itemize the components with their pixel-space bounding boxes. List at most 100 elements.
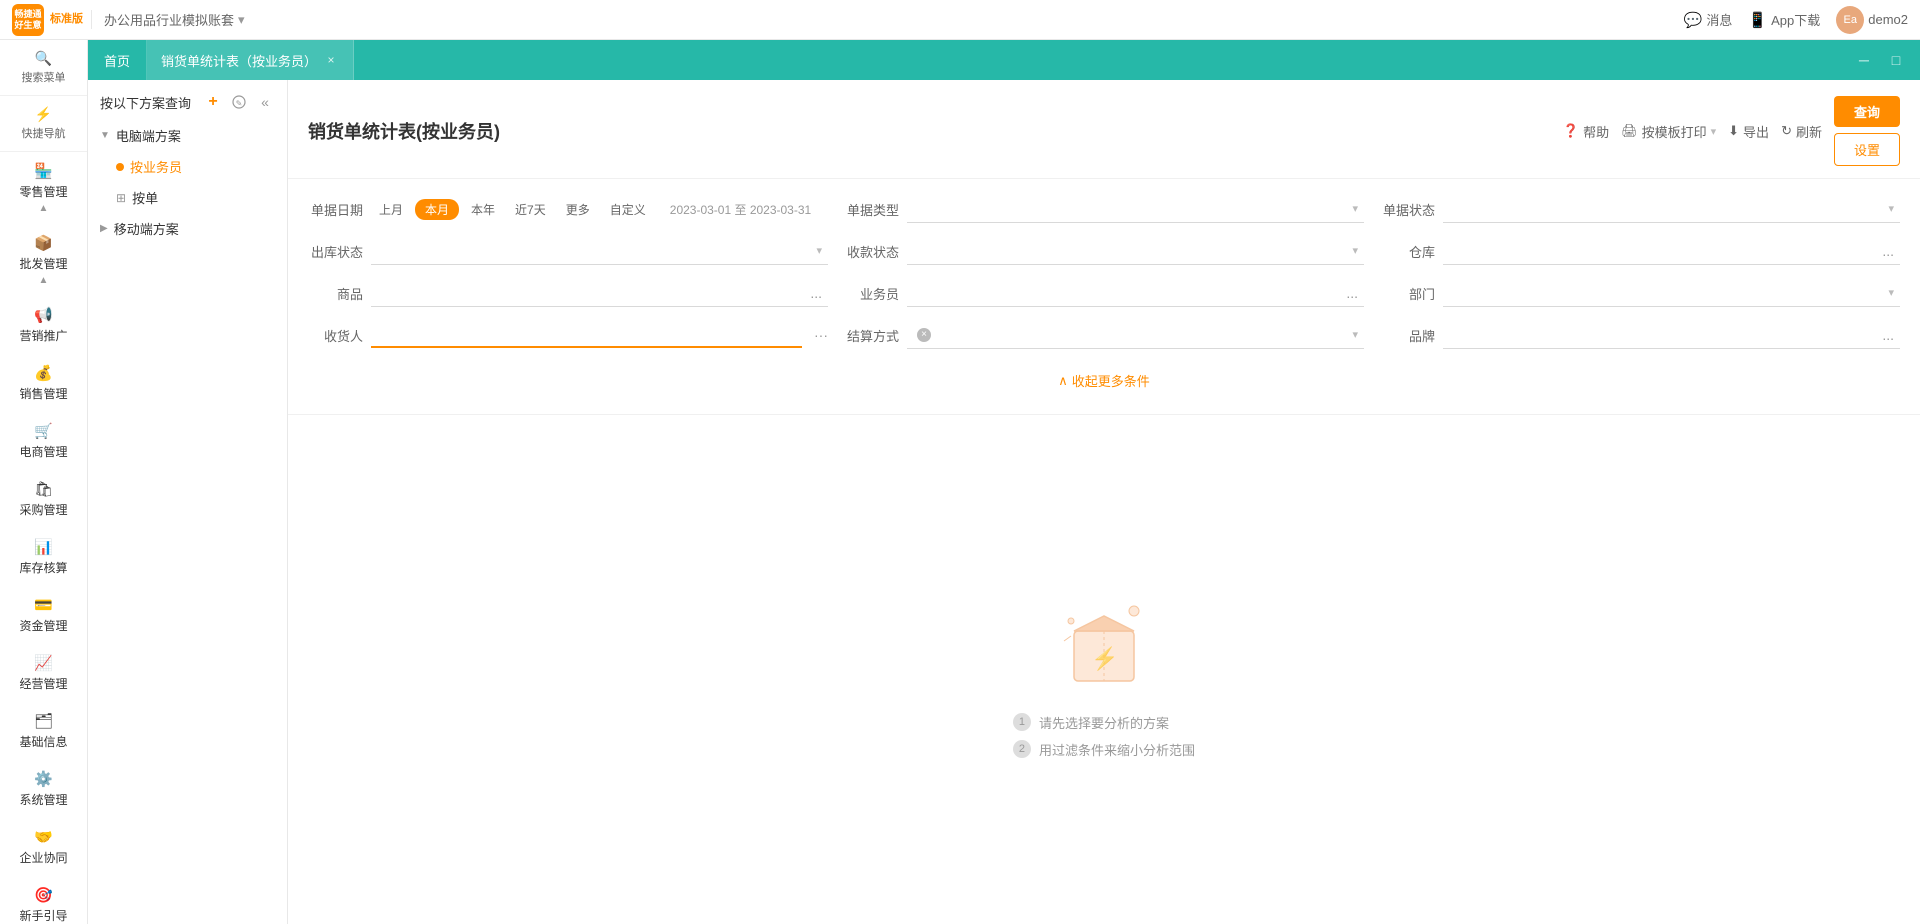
tab-home[interactable]: 首页 xyxy=(88,40,147,80)
sidebar-item-wholesale[interactable]: 📦 批发管理 ▲ xyxy=(0,224,87,296)
inventory-icon: 📊 xyxy=(34,538,53,556)
tab-maximize-btn[interactable]: □ xyxy=(1884,48,1908,72)
finance-label: 资金管理 xyxy=(19,617,67,634)
receive-status-select[interactable]: ▾ xyxy=(907,237,1364,265)
empty-hints: 1 请先选择要分析的方案 2 用过滤条件来缩小分析范围 xyxy=(1013,713,1195,759)
collapse-label: 收起更多条件 xyxy=(1072,371,1150,390)
settlement-select[interactable]: × ▾ xyxy=(907,321,1364,349)
date-tab-this-year[interactable]: 本年 xyxy=(463,199,503,220)
settings-button[interactable]: 设置 xyxy=(1834,133,1900,166)
sidebar-search-btn[interactable]: 🔍 搜索菜单 xyxy=(0,40,87,96)
edit-icon: ✎ xyxy=(232,95,246,109)
app-download-btn[interactable]: 📱 App下载 xyxy=(1748,10,1820,29)
scheme-add-btn[interactable]: + xyxy=(203,92,223,112)
sidebar-item-operations[interactable]: 📈 经营管理 xyxy=(0,644,87,702)
collapse-btn[interactable]: ∧ 收起更多条件 xyxy=(308,363,1900,398)
sidebar-item-system[interactable]: ⚙️ 系统管理 xyxy=(0,760,87,818)
quick-nav-btn[interactable]: ⚡ 快捷导航 xyxy=(0,96,87,152)
logo-text: 标准版 xyxy=(50,13,83,26)
refresh-btn[interactable]: ↻ 刷新 xyxy=(1781,122,1822,141)
scheme-item-by-doc[interactable]: ⊞ 按单 xyxy=(88,182,287,213)
page-header: 销货单统计表(按业务员) ❓ 帮助 🖨 按模板打印 ▾ ⬇ xyxy=(288,80,1920,179)
tab-minimize-btn[interactable]: ─ xyxy=(1852,48,1876,72)
refresh-label: 刷新 xyxy=(1796,122,1822,141)
marketing-label: 营销推广 xyxy=(19,327,67,344)
hint-num-2: 2 xyxy=(1013,740,1031,758)
sidebar-item-ecommerce[interactable]: 🛒 电商管理 xyxy=(0,412,87,470)
goods-label: 商品 xyxy=(308,284,363,303)
scheme-item-salesperson[interactable]: 按业务员 xyxy=(88,151,287,182)
sidebar-item-sales[interactable]: 💰 销售管理 xyxy=(0,354,87,412)
receiver-input[interactable] xyxy=(371,323,802,348)
out-status-select[interactable]: ▾ xyxy=(371,237,828,265)
operations-icon: 📈 xyxy=(34,654,53,672)
date-tab-this-month[interactable]: 本月 xyxy=(415,199,459,220)
tab-active[interactable]: 销货单统计表（按业务员） × xyxy=(147,40,354,80)
empty-hint-1: 1 请先选择要分析的方案 xyxy=(1013,713,1195,732)
scheme-group-mobile-header[interactable]: ▶ 移动端方案 xyxy=(88,213,287,244)
sidebar-item-inventory[interactable]: 📊 库存核算 xyxy=(0,528,87,586)
brand-select[interactable]: ... xyxy=(1443,321,1900,349)
date-range-value: 2023-03-01 至 2023-03-31 xyxy=(670,201,811,218)
warehouse-more-dots[interactable]: ... xyxy=(1882,243,1894,259)
app-title: 办公用品行业模拟账套 ▾ xyxy=(91,10,245,29)
basic-icon: 🗂 xyxy=(34,712,53,730)
goods-more-dots[interactable]: ... xyxy=(810,285,822,301)
department-label: 部门 xyxy=(1380,284,1435,303)
tab-actions: ─ □ xyxy=(1840,48,1920,72)
topbar-right: 💬 消息 📱 App下载 Ea demo2 xyxy=(1684,6,1908,34)
filter-warehouse: 仓库 ... xyxy=(1380,237,1900,265)
export-btn[interactable]: ⬇ 导出 xyxy=(1728,122,1769,141)
date-tab-7days[interactable]: 近7天 xyxy=(507,199,554,220)
print-btn[interactable]: 🖨 按模板打印 ▾ xyxy=(1621,122,1716,141)
sidebar-item-marketing[interactable]: 📢 营销推广 xyxy=(0,296,87,354)
sales-icon: 💰 xyxy=(34,364,53,382)
receiver-more-dots[interactable]: ··· xyxy=(814,327,828,343)
goods-select[interactable]: ... xyxy=(371,279,828,307)
query-button[interactable]: 查询 xyxy=(1834,96,1900,127)
settlement-label: 结算方式 xyxy=(844,326,899,345)
date-tab-more[interactable]: 更多 xyxy=(558,199,598,220)
filter-brand: 品牌 ... xyxy=(1380,321,1900,349)
sidebar-item-basic[interactable]: 🗂 基础信息 xyxy=(0,702,87,760)
salesperson-more-dots[interactable]: ... xyxy=(1346,285,1358,301)
tab-active-label: 销货单统计表（按业务员） xyxy=(161,51,317,70)
scheme-collapse-btn[interactable]: « xyxy=(255,92,275,112)
right-content: 销货单统计表(按业务员) ❓ 帮助 🖨 按模板打印 ▾ ⬇ xyxy=(288,80,1920,924)
brand-more-dots[interactable]: ... xyxy=(1882,327,1894,343)
scheme-edit-btn[interactable]: ✎ xyxy=(229,92,249,112)
doc-type-select[interactable]: ▾ xyxy=(907,195,1364,223)
wholesale-icon: 📦 xyxy=(34,234,53,252)
scheme-group-pc-header[interactable]: ▼ 电脑端方案 xyxy=(88,120,287,151)
download-icon: 📱 xyxy=(1748,11,1767,29)
help-btn[interactable]: ❓ 帮助 xyxy=(1563,122,1609,141)
doc-type-label: 单据类型 xyxy=(844,200,899,219)
print-dropdown-icon[interactable]: ▾ xyxy=(1711,125,1717,138)
ecommerce-label: 电商管理 xyxy=(19,443,67,460)
date-tab-last-month[interactable]: 上月 xyxy=(371,199,411,220)
sidebar-item-cooperation[interactable]: 🤝 企业协同 xyxy=(0,818,87,876)
topbar: 畅捷通好生意 标准版 办公用品行业模拟账套 ▾ 💬 消息 📱 App下载 Ea … xyxy=(0,0,1920,40)
date-label: 单据日期 xyxy=(308,200,363,219)
dropdown-icon[interactable]: ▾ xyxy=(238,12,245,28)
salesperson-select[interactable]: ... xyxy=(907,279,1364,307)
scheme-doc-label: 按单 xyxy=(132,188,158,207)
finance-icon: 💳 xyxy=(34,596,53,614)
date-tab-custom[interactable]: 自定义 xyxy=(602,199,654,220)
doc-status-select[interactable]: ▾ xyxy=(1443,195,1900,223)
sidebar-item-finance[interactable]: 💳 资金管理 xyxy=(0,586,87,644)
user-area[interactable]: Ea demo2 xyxy=(1836,6,1908,34)
department-select[interactable]: ▾ xyxy=(1443,279,1900,307)
settlement-tag-close[interactable]: × xyxy=(917,328,931,342)
filter-row-2: 出库状态 ▾ 收款状态 ▾ xyxy=(308,237,1900,265)
action-buttons: 查询 设置 xyxy=(1834,96,1900,166)
tab-close-btn[interactable]: × xyxy=(323,52,339,68)
message-btn[interactable]: 💬 消息 xyxy=(1684,10,1733,29)
sidebar-item-purchase[interactable]: 🛍 采购管理 xyxy=(0,470,87,528)
inventory-label: 库存核算 xyxy=(19,559,67,576)
sidebar-item-retail[interactable]: 🏪 零售管理 ▲ xyxy=(0,152,87,224)
filter-receiver: 收货人 ··· xyxy=(308,323,828,348)
sidebar-item-newuser[interactable]: 🎯 新手引导 xyxy=(0,876,87,924)
warehouse-select[interactable]: ... xyxy=(1443,237,1900,265)
search-menu-label: 搜索菜单 xyxy=(0,69,87,85)
